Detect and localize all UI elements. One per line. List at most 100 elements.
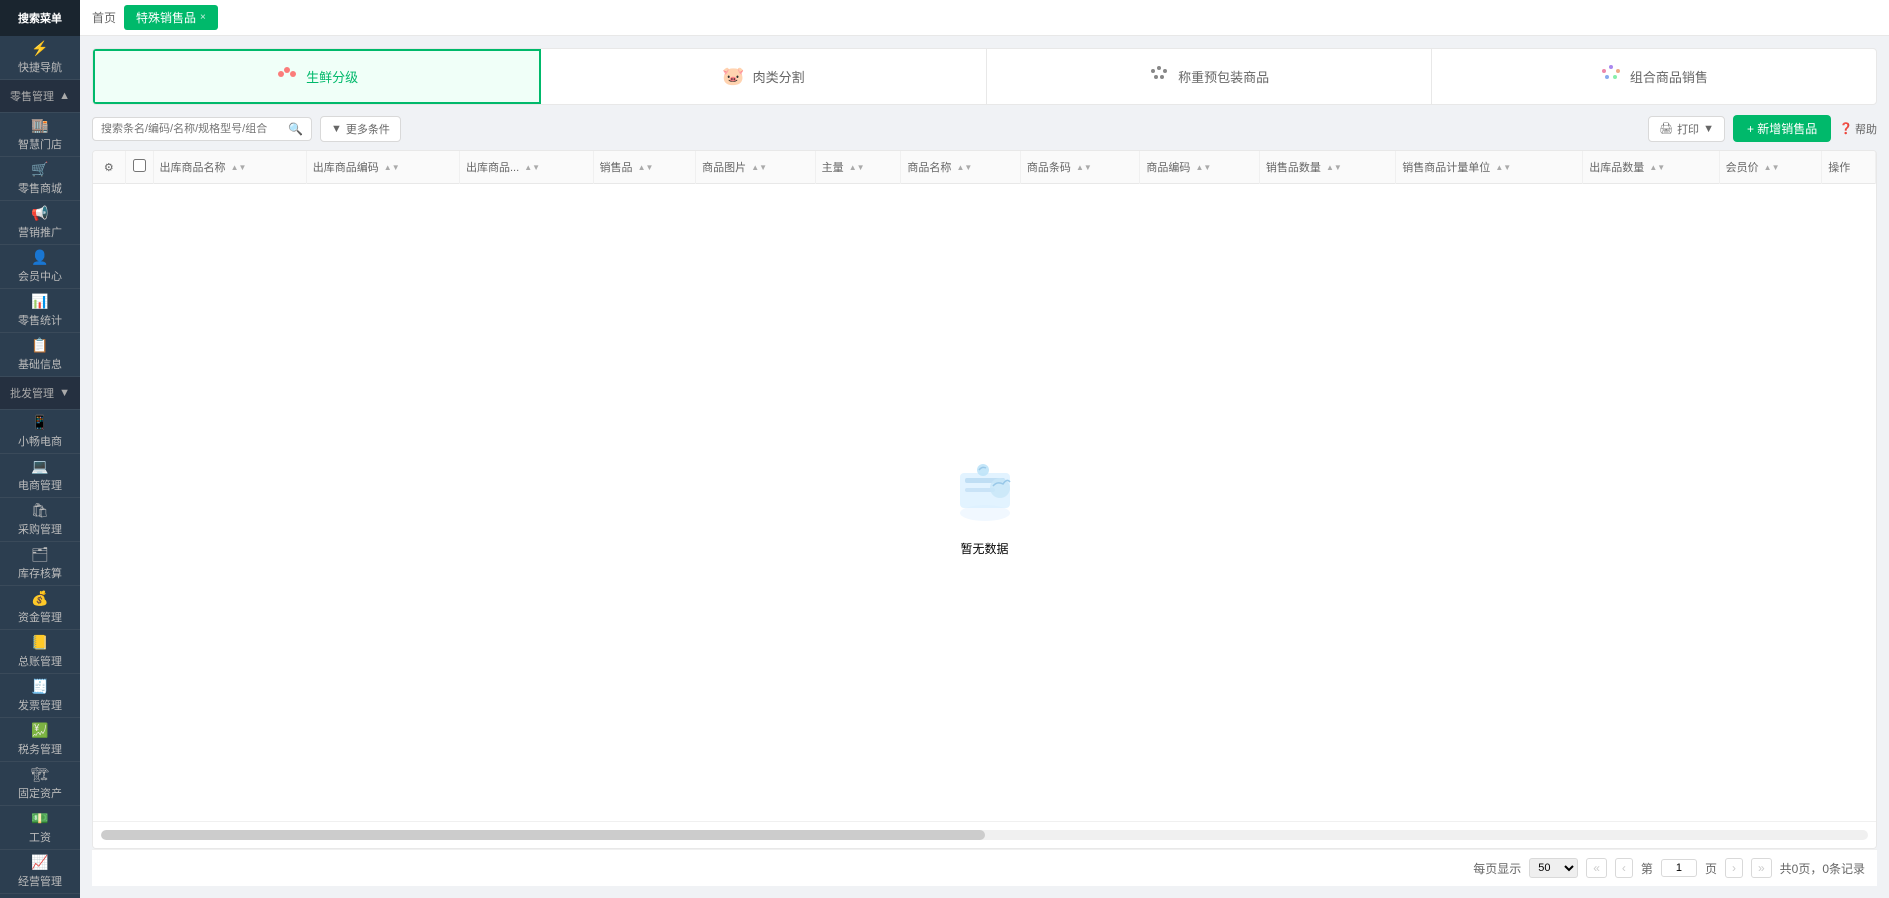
quick-nav-icon: ⚡	[31, 39, 48, 59]
search-icon[interactable]: 🔍	[288, 122, 303, 136]
active-tab-label: 特殊销售品	[136, 9, 196, 26]
col-main-weight[interactable]: 主量 ▲▼	[815, 151, 901, 184]
next-page-icon: ›	[1732, 861, 1736, 875]
sidebar-item-retail-mall[interactable]: 🛒 零售商城	[0, 157, 80, 201]
col-product-code[interactable]: 商品编码 ▲▼	[1140, 151, 1260, 184]
col-sale-qty[interactable]: 销售品数量 ▲▼	[1259, 151, 1395, 184]
tab-weight-prepack[interactable]: 称重预包装商品	[987, 49, 1432, 104]
sidebar-item-finance-mgmt[interactable]: 💰 资金管理	[0, 586, 80, 630]
sidebar-item-gl-mgmt[interactable]: 📒 总账管理	[0, 630, 80, 674]
sort-member-price[interactable]: ▲▼	[1764, 164, 1780, 172]
col-outbound-name[interactable]: 出库商品名称 ▲▼	[153, 151, 306, 184]
print-arrow-icon: ▼	[1703, 123, 1714, 135]
col-sale-unit[interactable]: 销售商品计量单位 ▲▼	[1396, 151, 1583, 184]
help-button[interactable]: ❓ 帮助	[1839, 121, 1877, 137]
col-outbound-spec[interactable]: 出库商品... ▲▼	[459, 151, 593, 184]
last-page-btn[interactable]: »	[1751, 858, 1772, 878]
topbar: 首页 特殊销售品 ×	[80, 0, 1889, 36]
col-outbound-qty[interactable]: 出库品数量 ▲▼	[1583, 151, 1719, 184]
sort-outbound-name[interactable]: ▲▼	[231, 164, 247, 172]
sidebar-item-fixed-assets[interactable]: 🏗 固定资产	[0, 762, 80, 806]
sort-product-code[interactable]: ▲▼	[1195, 164, 1211, 172]
empty-state-icon	[945, 448, 1025, 528]
col-outbound-code[interactable]: 出库商品编码 ▲▼	[306, 151, 459, 184]
sort-sale-qty[interactable]: ▲▼	[1326, 164, 1342, 172]
search-input[interactable]	[101, 123, 288, 135]
close-tab-icon[interactable]: ×	[200, 12, 206, 23]
sidebar-item-sales-promo[interactable]: 📢 营销推广	[0, 201, 80, 245]
sort-product-name[interactable]: ▲▼	[956, 164, 972, 172]
sidebar-item-wholesale-mgmt[interactable]: 批发管理 ▼	[0, 377, 80, 410]
col-sale-item[interactable]: 销售品 ▲▼	[593, 151, 696, 184]
fixed-assets-icon: 🏗	[31, 765, 49, 785]
sort-outbound-code[interactable]: ▲▼	[384, 164, 400, 172]
first-page-btn[interactable]: «	[1586, 858, 1607, 878]
sidebar-item-salary[interactable]: 💵 工资	[0, 806, 80, 850]
tab-fresh-grading[interactable]: 生鲜分级	[93, 49, 541, 104]
page-content: 生鲜分级 🐷 肉类分割 称重预包装商品	[80, 36, 1889, 898]
sidebar-item-invoice-mgmt[interactable]: 🧾 发票管理	[0, 674, 80, 718]
sort-sale-unit[interactable]: ▲▼	[1495, 164, 1511, 172]
col-settings[interactable]: ⚙	[93, 151, 125, 184]
col-barcode[interactable]: 商品条码 ▲▼	[1020, 151, 1140, 184]
sort-product-image[interactable]: ▲▼	[751, 164, 767, 172]
tab-meat-cutting-label: 肉类分割	[753, 67, 805, 86]
sort-main-weight[interactable]: ▲▼	[849, 164, 865, 172]
empty-state-text: 暂无数据	[960, 540, 1008, 557]
col-product-image[interactable]: 商品图片 ▲▼	[696, 151, 816, 184]
gl-mgmt-icon: 📒	[31, 633, 48, 653]
sort-barcode[interactable]: ▲▼	[1076, 164, 1092, 172]
sidebar-item-smart-store[interactable]: 🏬 智慧门店	[0, 113, 80, 157]
tab-combo-sales-label: 组合商品销售	[1630, 67, 1708, 86]
add-sale-item-button[interactable]: + 新增销售品	[1733, 115, 1831, 142]
meat-cutting-icon: 🐷	[722, 66, 744, 87]
sidebar-item-basic-info[interactable]: 📋 基础信息	[0, 333, 80, 377]
next-page-btn[interactable]: ›	[1725, 858, 1743, 878]
data-table-container: ⚙ 出库商品名称 ▲▼ 出库商品编码 ▲▼ 出库	[92, 150, 1877, 849]
purchase-mgmt-icon: 🛍	[31, 501, 49, 521]
sidebar-item-basic-info2[interactable]: 📋 基础信息	[0, 894, 80, 898]
prev-page-btn[interactable]: ‹	[1615, 858, 1633, 878]
sidebar-item-mini-ecom[interactable]: 📱 小畅电商	[0, 410, 80, 454]
sidebar-item-tax-mgmt[interactable]: 💹 税务管理	[0, 718, 80, 762]
sidebar-item-member-center[interactable]: 👤 会员中心	[0, 245, 80, 289]
sidebar-item-retail-stats[interactable]: 📊 零售统计	[0, 289, 80, 333]
sidebar-item-quick-nav[interactable]: ⚡ 快捷导航	[0, 36, 80, 80]
filter-icon: ▼	[331, 123, 342, 135]
sidebar-item-retail-mgmt[interactable]: 零售管理 ▲	[0, 80, 80, 113]
col-product-name[interactable]: 商品名称 ▲▼	[901, 151, 1021, 184]
sidebar-item-ops-mgmt[interactable]: 📈 经营管理	[0, 850, 80, 894]
sidebar-item-stock-settle[interactable]: 🗂 库存核算	[0, 542, 80, 586]
horizontal-scrollbar[interactable]	[101, 830, 1868, 840]
tax-mgmt-icon: 💹	[31, 721, 48, 741]
tab-fresh-grading-label: 生鲜分级	[306, 67, 358, 86]
col-member-price[interactable]: 会员价 ▲▼	[1719, 151, 1822, 184]
active-tab[interactable]: 特殊销售品 ×	[124, 5, 218, 30]
page-input[interactable]	[1661, 859, 1697, 877]
per-page-select[interactable]: 50 10 20 100	[1529, 858, 1578, 878]
sidebar-item-purchase-mgmt[interactable]: 🛍 采购管理	[0, 498, 80, 542]
tab-meat-cutting[interactable]: 🐷 肉类分割	[541, 49, 986, 104]
weight-prepack-icon	[1148, 63, 1170, 90]
search-box[interactable]: 🔍	[92, 117, 312, 141]
stock-settle-icon: 🗂	[31, 545, 49, 565]
retail-stats-icon: 📊	[31, 292, 48, 312]
select-all-checkbox[interactable]	[133, 159, 146, 172]
member-center-icon: 👤	[31, 248, 48, 268]
prev-page-icon: ‹	[1622, 861, 1626, 875]
expand-icon2: ▼	[59, 387, 70, 399]
sort-sale-item[interactable]: ▲▼	[638, 164, 654, 172]
home-breadcrumb[interactable]: 首页	[92, 9, 116, 26]
tab-combo-sales[interactable]: 组合商品销售	[1432, 49, 1876, 104]
print-button[interactable]: 🖨 打印 ▼	[1648, 116, 1725, 142]
scrollbar-thumb[interactable]	[101, 830, 985, 840]
col-checkbox[interactable]	[125, 151, 153, 184]
filter-button[interactable]: ▼ 更多条件	[320, 116, 401, 142]
per-page-label: 每页显示	[1473, 860, 1521, 877]
toolbar-left: 🔍 ▼ 更多条件	[92, 116, 401, 142]
sort-outbound-qty[interactable]: ▲▼	[1649, 164, 1665, 172]
ecom-mgmt-icon: 💻	[31, 457, 48, 477]
print-icon: 🖨	[1659, 122, 1673, 135]
sidebar-item-ecom-mgmt[interactable]: 💻 电商管理	[0, 454, 80, 498]
sort-outbound-spec[interactable]: ▲▼	[524, 164, 540, 172]
